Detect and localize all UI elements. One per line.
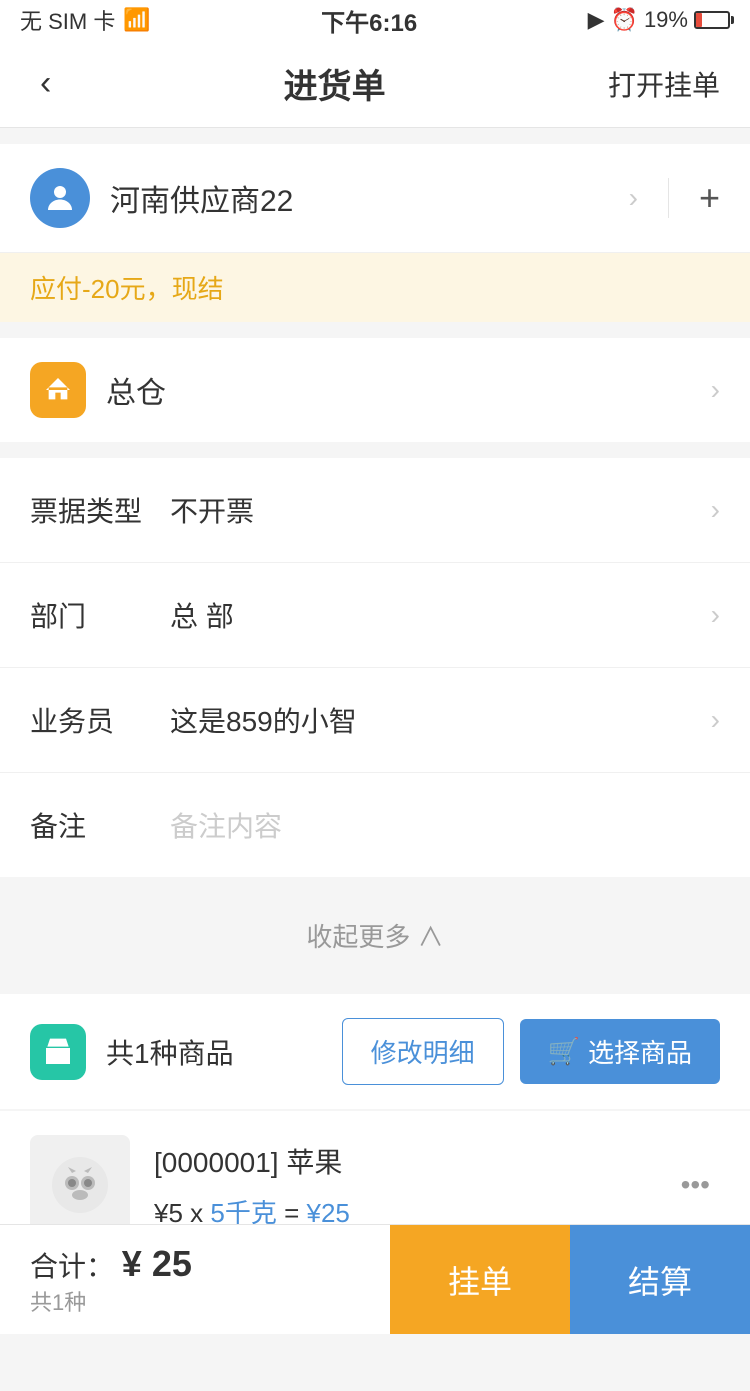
location-icon: ▶ (588, 7, 605, 33)
ticket-type-value: 不开票 (150, 490, 711, 530)
product-id: [0000001] (154, 1147, 279, 1178)
supplier-row[interactable]: 河南供应商22 › + (0, 144, 750, 253)
status-bar: 无 SIM 卡 📶 下午6:16 ▶ ⏰ 19% (0, 0, 750, 40)
product-info: [0000001] 苹果 ¥5 x 5千克 = ¥25 (154, 1141, 671, 1230)
unit-price: ¥5 (154, 1198, 183, 1228)
supplier-card: 河南供应商22 › + 应付-20元，现结 (0, 144, 750, 322)
warehouse-row[interactable]: 总仓 › (0, 338, 750, 442)
edit-detail-button[interactable]: 修改明细 (342, 1018, 504, 1085)
person-icon (42, 180, 78, 216)
total-amount: ¥ 25 (122, 1243, 192, 1284)
warehouse-card[interactable]: 总仓 › (0, 338, 750, 442)
bag-icon (42, 1036, 74, 1068)
warehouse-chevron-icon: › (711, 374, 720, 406)
multiply-sign: x (190, 1198, 210, 1228)
ticket-type-row[interactable]: 票据类型 不开票 › (0, 458, 750, 563)
bottom-bar: 合计： ¥ 25 共1种 挂单 结算 (0, 1224, 750, 1334)
supplier-chevron-icon: › (629, 182, 638, 214)
carrier-text: 无 SIM 卡 (20, 4, 115, 36)
suspend-button[interactable]: 挂单 (390, 1225, 570, 1334)
product-thumbnail (30, 1135, 130, 1235)
equals-sign: = (284, 1198, 306, 1228)
salesman-label: 业务员 (30, 700, 150, 740)
supplier-name: 河南供应商22 (110, 176, 629, 220)
supplier-avatar (30, 168, 90, 228)
quantity: 5千克 (210, 1198, 276, 1228)
form-card: 票据类型 不开票 › 部门 总 部 › 业务员 这是859的小智 › 备注 备注… (0, 458, 750, 877)
back-button[interactable]: ‹ (30, 54, 61, 113)
open-pending-button[interactable]: 打开挂单 (608, 64, 720, 104)
warehouse-icon (30, 362, 86, 418)
salesman-chevron-icon: › (711, 704, 720, 736)
total-label: 合计： (30, 1251, 114, 1282)
salesman-value: 这是859的小智 (150, 700, 711, 740)
battery-icon (694, 11, 730, 29)
product-count: 共1种商品 (106, 1032, 342, 1072)
status-left: 无 SIM 卡 📶 (20, 4, 151, 36)
house-icon (42, 374, 74, 406)
select-product-button[interactable]: 🛒 选择商品 (520, 1019, 720, 1084)
supplier-alert: 应付-20元，现结 (0, 253, 750, 322)
add-supplier-button[interactable]: + (699, 177, 720, 219)
product-name: [0000001] 苹果 (154, 1141, 671, 1181)
department-row[interactable]: 部门 总 部 › (0, 563, 750, 668)
collapse-button[interactable]: 收起更多 ∧ (0, 893, 750, 978)
warehouse-name: 总仓 (106, 368, 711, 412)
department-value: 总 部 (150, 595, 711, 635)
vertical-divider (668, 178, 669, 218)
remark-label: 备注 (30, 805, 150, 845)
battery-text: 19% (644, 7, 688, 33)
product-title: 苹果 (286, 1147, 342, 1178)
cart-icon: 🛒 (548, 1036, 580, 1067)
collapse-label: 收起更多 ∧ (306, 922, 443, 952)
select-product-label: 选择商品 (588, 1033, 692, 1070)
product-header: 共1种商品 修改明细 🛒 选择商品 (0, 994, 750, 1109)
wifi-icon: 📶 (123, 7, 150, 33)
alarm-icon: ⏰ (611, 7, 638, 33)
total-count: 共1种 (30, 1285, 360, 1317)
nav-bar: ‹ 进货单 打开挂单 (0, 40, 750, 128)
department-chevron-icon: › (711, 599, 720, 631)
status-right: ▶ ⏰ 19% (588, 7, 730, 33)
salesman-row[interactable]: 业务员 这是859的小智 › (0, 668, 750, 773)
remark-row[interactable]: 备注 备注内容 (0, 773, 750, 877)
total-price: ¥25 (307, 1198, 350, 1228)
checkout-button[interactable]: 结算 (570, 1225, 750, 1334)
status-time: 下午6:16 (321, 3, 417, 38)
ticket-type-chevron-icon: › (711, 494, 720, 526)
page-title: 进货单 (61, 59, 608, 108)
remark-placeholder: 备注内容 (150, 805, 720, 845)
ticket-type-label: 票据类型 (30, 490, 150, 530)
product-more-button[interactable]: ••• (671, 1159, 720, 1211)
owl-logo (50, 1155, 110, 1215)
product-icon (30, 1024, 86, 1080)
total-section: 合计： ¥ 25 共1种 (0, 1225, 390, 1334)
total-row: 合计： ¥ 25 (30, 1243, 360, 1285)
department-label: 部门 (30, 595, 150, 635)
